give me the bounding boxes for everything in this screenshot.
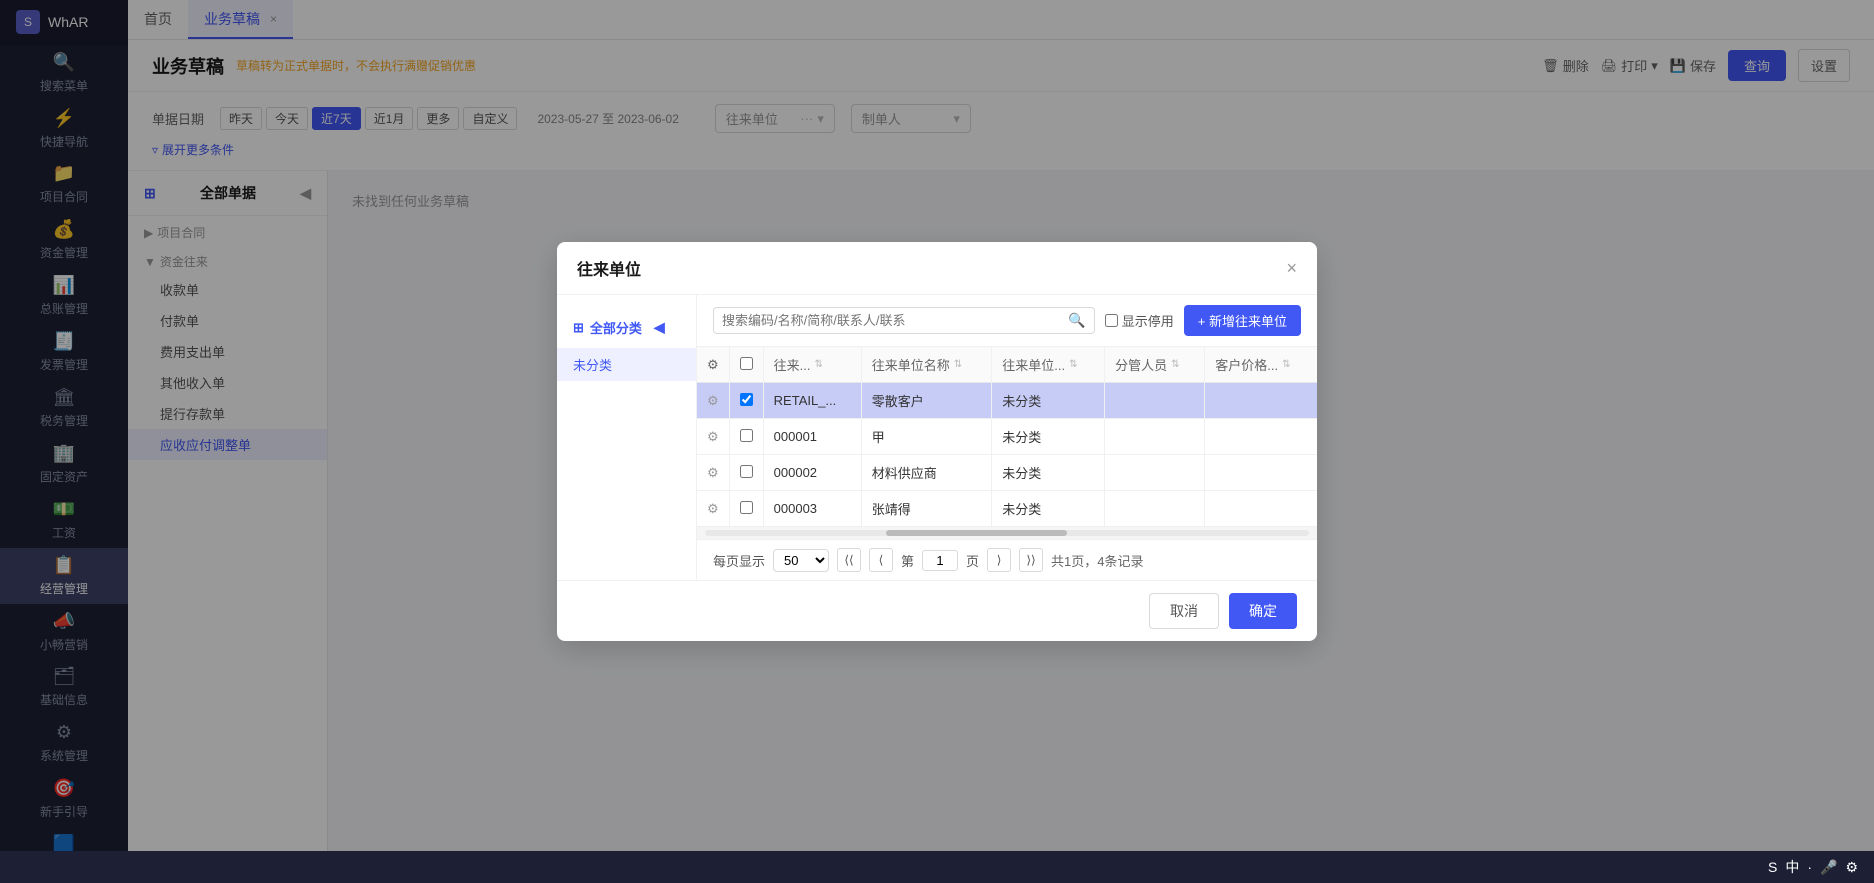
row-code: RETAIL_... <box>763 383 861 419</box>
row-name: 甲 <box>861 419 992 455</box>
add-partner-button[interactable]: + 新增往来单位 <box>1184 305 1301 336</box>
per-page-label: 每页显示 <box>713 551 765 570</box>
table-row[interactable]: ⚙ 000001 甲 未分类 <box>697 419 1317 455</box>
row-price-level <box>1205 491 1317 527</box>
dialog-title: 往来单位 <box>577 256 641 280</box>
th-checkbox <box>729 347 763 383</box>
search-box[interactable]: 🔍 <box>713 307 1095 334</box>
sort-icon: ⇅ <box>954 359 962 370</box>
taskbar-chinese: 中 <box>1785 857 1799 877</box>
search-input[interactable] <box>722 313 1064 328</box>
row-name: 零散客户 <box>861 383 992 419</box>
collapse-button[interactable]: ◀ <box>648 313 671 342</box>
row-settings[interactable]: ⚙ <box>697 383 729 419</box>
page-first-button[interactable]: ⟨⟨ <box>837 548 861 572</box>
search-icon: 🔍 <box>1068 312 1085 329</box>
dialog-body: ⊞ 全部分类 ◀ 未分类 🔍 显示停用 <box>557 295 1317 580</box>
th-price-level: 客户价格... ⇅ <box>1205 347 1317 383</box>
row-checkbox[interactable] <box>729 419 763 455</box>
cancel-button[interactable]: 取消 <box>1149 593 1219 629</box>
row-checkbox[interactable] <box>729 455 763 491</box>
select-all-checkbox[interactable] <box>740 357 753 370</box>
page-label: 第 <box>901 551 914 570</box>
row-category: 未分类 <box>992 455 1105 491</box>
table-row[interactable]: ⚙ 000003 张靖得 未分类 <box>697 491 1317 527</box>
th-code: 往来... ⇅ <box>763 347 861 383</box>
dialog-close-button[interactable]: × <box>1286 259 1297 277</box>
settings-icon[interactable]: ⚙ <box>707 357 719 372</box>
row-manager <box>1105 491 1205 527</box>
dialog-category-panel: ⊞ 全部分类 ◀ 未分类 <box>557 295 697 580</box>
dialog-right-panel: 🔍 显示停用 + 新增往来单位 ⚙ <box>697 295 1317 580</box>
row-price-level <box>1205 455 1317 491</box>
dialog-cat-item-unclassified[interactable]: 未分类 <box>557 348 696 381</box>
bottom-taskbar: S 中 · 🎤 ⚙ <box>0 851 1874 883</box>
sort-icon: ⇅ <box>1171 359 1179 370</box>
grid-icon: ⊞ <box>573 320 584 336</box>
per-page-select[interactable]: 50 20 100 <box>773 549 829 572</box>
taskbar-dot: · <box>1807 859 1812 875</box>
table-row[interactable]: ⚙ 000002 材料供应商 未分类 <box>697 455 1317 491</box>
dialog-footer: 取消 确定 <box>557 580 1317 641</box>
taskbar-logo: S <box>1768 859 1777 875</box>
page-total: 共1页，4条记录 <box>1051 551 1143 570</box>
dialog-cat-header: ⊞ 全部分类 ◀ <box>557 307 696 348</box>
row-category: 未分类 <box>992 419 1105 455</box>
dialog-pagination: 每页显示 50 20 100 ⟨⟨ ⟨ 第 页 ⟩ ⟩⟩ 共1页，4条记录 <box>697 539 1317 580</box>
page-unit: 页 <box>966 551 979 570</box>
show-disabled-check[interactable] <box>1105 314 1118 327</box>
dialog-table: ⚙ 往来... ⇅ <box>697 347 1317 527</box>
row-price-level <box>1205 383 1317 419</box>
show-disabled-checkbox[interactable]: 显示停用 <box>1105 311 1174 330</box>
page-number-input[interactable] <box>922 550 958 571</box>
row-settings[interactable]: ⚙ <box>697 419 729 455</box>
sort-icon: ⇅ <box>1282 359 1290 370</box>
confirm-button[interactable]: 确定 <box>1229 593 1297 629</box>
dialog-partner: 往来单位 × ⊞ 全部分类 ◀ 未分类 <box>557 242 1317 641</box>
scroll-thumb[interactable] <box>886 530 1067 536</box>
row-code: 000002 <box>763 455 861 491</box>
page-prev-button[interactable]: ⟨ <box>869 548 893 572</box>
page-next-button[interactable]: ⟩ <box>987 548 1011 572</box>
row-checkbox[interactable] <box>729 383 763 419</box>
th-manager: 分管人员 ⇅ <box>1105 347 1205 383</box>
row-name: 张靖得 <box>861 491 992 527</box>
row-price-level <box>1205 419 1317 455</box>
taskbar-mic: 🎤 <box>1820 859 1837 876</box>
row-manager <box>1105 419 1205 455</box>
sort-icon: ⇅ <box>815 359 823 370</box>
th-name: 往来单位名称 ⇅ <box>861 347 992 383</box>
horizontal-scrollbar[interactable] <box>697 527 1317 539</box>
page-last-button[interactable]: ⟩⟩ <box>1019 548 1043 572</box>
row-checkbox[interactable] <box>729 491 763 527</box>
row-category: 未分类 <box>992 383 1105 419</box>
row-settings[interactable]: ⚙ <box>697 455 729 491</box>
row-code: 000003 <box>763 491 861 527</box>
dialog-toolbar: 🔍 显示停用 + 新增往来单位 <box>697 295 1317 347</box>
row-code: 000001 <box>763 419 861 455</box>
sort-icon: ⇅ <box>1069 359 1077 370</box>
table-header-row: ⚙ 往来... ⇅ <box>697 347 1317 383</box>
scroll-track <box>705 530 1309 536</box>
taskbar-settings[interactable]: ⚙ <box>1845 859 1858 876</box>
row-settings[interactable]: ⚙ <box>697 491 729 527</box>
th-category: 往来单位... ⇅ <box>992 347 1105 383</box>
row-name: 材料供应商 <box>861 455 992 491</box>
table-row[interactable]: ⚙ RETAIL_... 零散客户 未分类 <box>697 383 1317 419</box>
dialog-header: 往来单位 × <box>557 242 1317 295</box>
row-category: 未分类 <box>992 491 1105 527</box>
row-manager <box>1105 455 1205 491</box>
th-settings: ⚙ <box>697 347 729 383</box>
row-manager <box>1105 383 1205 419</box>
modal-overlay: 往来单位 × ⊞ 全部分类 ◀ 未分类 <box>0 0 1874 883</box>
